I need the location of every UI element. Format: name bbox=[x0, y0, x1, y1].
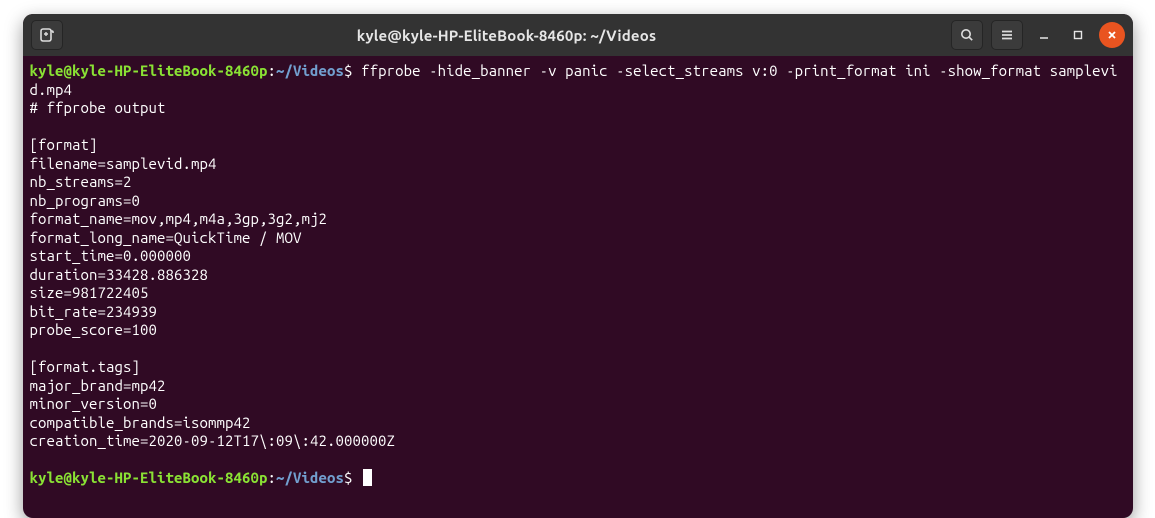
prompt-colon: : bbox=[268, 62, 277, 79]
terminal-body[interactable]: kyle@kyle-HP-EliteBook-8460p:~/Videos$ f… bbox=[23, 56, 1133, 518]
terminal-window: kyle@kyle-HP-EliteBook-8460p: ~/Videos bbox=[23, 14, 1133, 518]
prompt-dollar: $ bbox=[344, 62, 361, 79]
minimize-button[interactable] bbox=[1031, 22, 1057, 48]
close-button[interactable] bbox=[1099, 22, 1125, 48]
search-button[interactable] bbox=[951, 20, 983, 50]
prompt-colon: : bbox=[268, 469, 277, 486]
new-tab-button[interactable] bbox=[31, 20, 63, 50]
hamburger-menu-button[interactable] bbox=[991, 20, 1023, 50]
titlebar: kyle@kyle-HP-EliteBook-8460p: ~/Videos bbox=[23, 14, 1133, 56]
prompt-user: kyle@kyle-HP-EliteBook-8460p bbox=[30, 62, 268, 79]
window-title: kyle@kyle-HP-EliteBook-8460p: ~/Videos bbox=[69, 27, 945, 44]
prompt-user: kyle@kyle-HP-EliteBook-8460p bbox=[30, 469, 268, 486]
prompt-path: ~/Videos bbox=[276, 469, 344, 486]
cursor-icon bbox=[363, 469, 372, 486]
command-output: # ffprobe output [format] filename=sampl… bbox=[30, 99, 1126, 451]
prompt-path: ~/Videos bbox=[276, 62, 344, 79]
prompt-dollar: $ bbox=[344, 469, 361, 486]
maximize-button[interactable] bbox=[1065, 22, 1091, 48]
